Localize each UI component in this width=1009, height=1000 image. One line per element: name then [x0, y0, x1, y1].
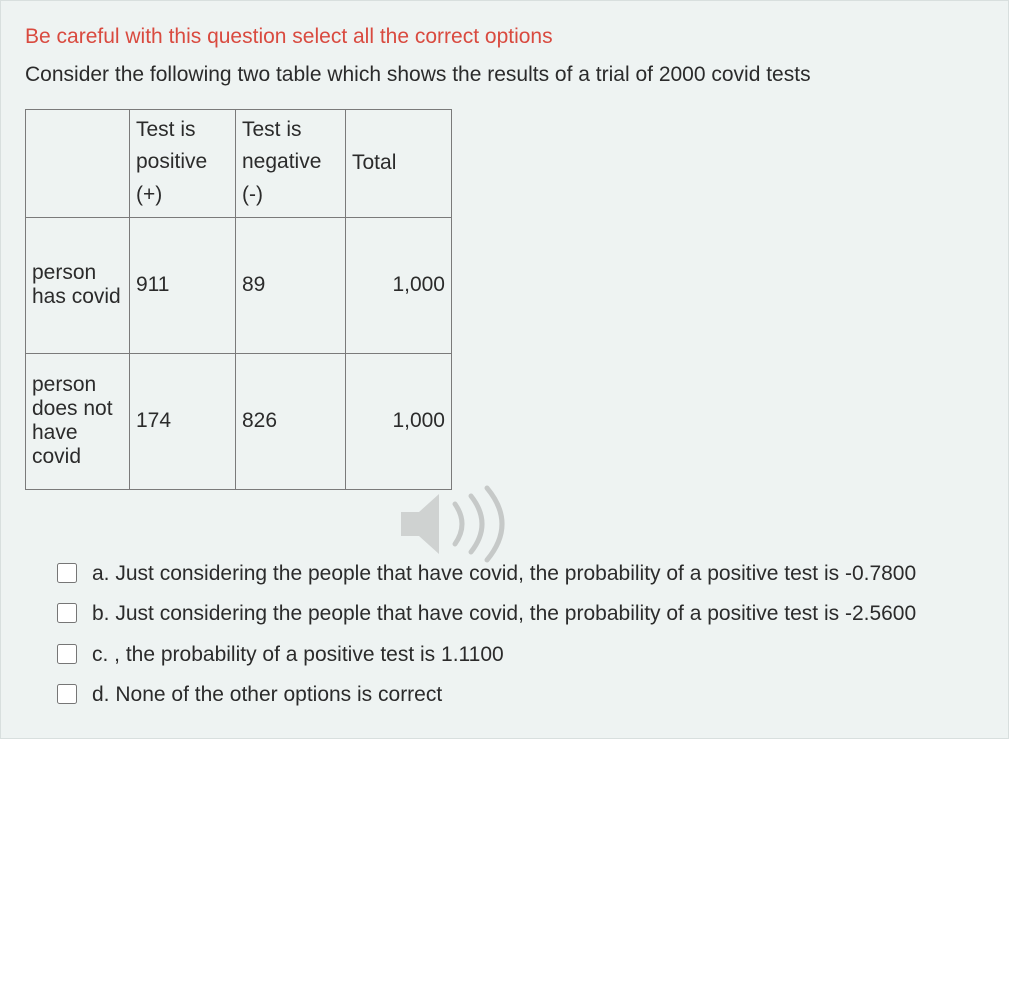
table-row: person does not have covid 174 826 1,000 [26, 353, 452, 489]
table-row: person has covid 911 89 1,000 [26, 217, 452, 353]
table-header-row: Test is positive (+) Test is negative (-… [26, 109, 452, 217]
option-d-text: d. None of the other options is correct [92, 679, 984, 712]
header-total: Total [346, 109, 452, 217]
option-c-checkbox[interactable] [57, 644, 77, 664]
data-table: Test is positive (+) Test is negative (-… [25, 109, 452, 490]
row-2-head: person does not have covid [26, 353, 130, 489]
question-stem: Consider the following two table which s… [25, 59, 984, 91]
row-2-neg: 826 [236, 353, 346, 489]
question-container: Be careful with this question select all… [0, 0, 1009, 739]
row-1-neg: 89 [236, 217, 346, 353]
speaker-icon [395, 484, 555, 564]
audio-watermark [25, 484, 984, 554]
header-positive: Test is positive (+) [130, 109, 236, 217]
option-b[interactable]: b. Just considering the people that have… [53, 598, 984, 631]
warning-text: Be careful with this question select all… [25, 25, 984, 49]
option-d-checkbox[interactable] [57, 684, 77, 704]
options-list: a. Just considering the people that have… [25, 558, 984, 712]
row-2-total: 1,000 [346, 353, 452, 489]
row-1-pos: 911 [130, 217, 236, 353]
row-1-total: 1,000 [346, 217, 452, 353]
row-1-head: person has covid [26, 217, 130, 353]
option-d[interactable]: d. None of the other options is correct [53, 679, 984, 712]
option-c-text: c. , the probability of a positive test … [92, 639, 984, 672]
header-blank [26, 109, 130, 217]
option-c[interactable]: c. , the probability of a positive test … [53, 639, 984, 672]
header-negative: Test is negative (-) [236, 109, 346, 217]
option-a-checkbox[interactable] [57, 563, 77, 583]
row-2-pos: 174 [130, 353, 236, 489]
option-b-checkbox[interactable] [57, 603, 77, 623]
option-b-text: b. Just considering the people that have… [92, 598, 984, 631]
